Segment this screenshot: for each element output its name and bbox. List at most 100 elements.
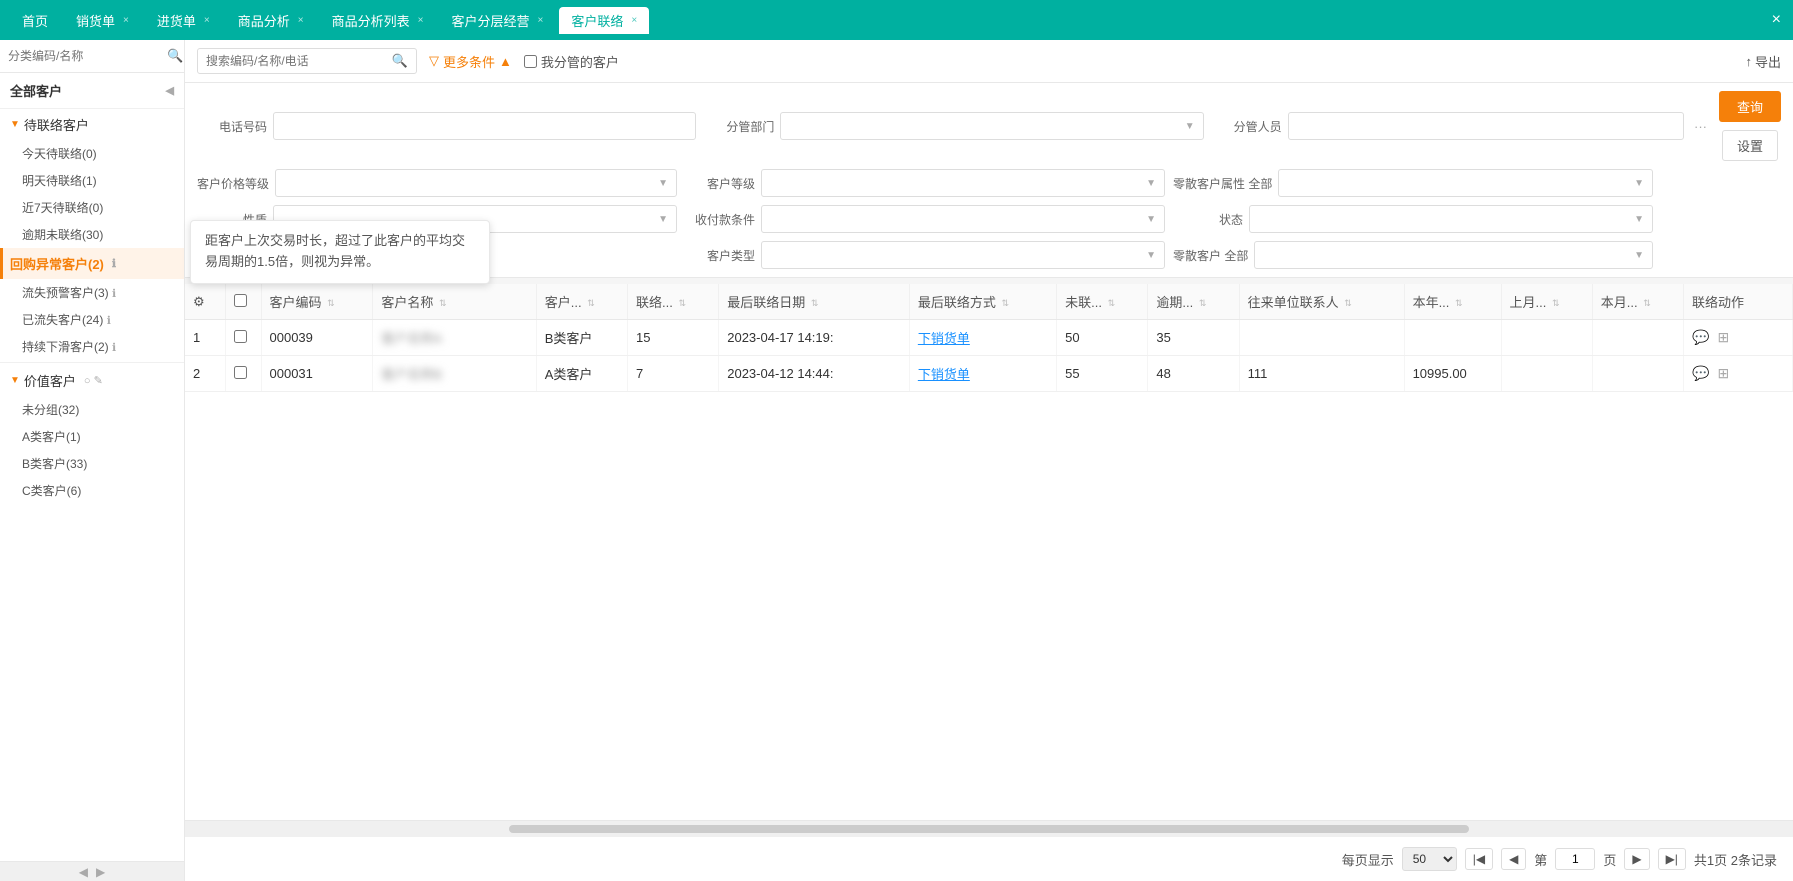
- payment-select[interactable]: ▼: [761, 205, 1165, 233]
- filter-row-2: 客户价格等级 ▼ 客户等级 ▼ 零散客户属性 全部: [197, 169, 1781, 197]
- page-size-select[interactable]: 50 100 200: [1402, 847, 1457, 871]
- col-last-method: 最后联络方式 ⇅: [909, 284, 1056, 320]
- sidebar-item-class-c[interactable]: C类客户(6): [0, 477, 184, 504]
- manager-select[interactable]: [1288, 112, 1684, 140]
- customer-type-select[interactable]: ▼: [761, 241, 1165, 269]
- nav-customer-tier-close[interactable]: ×: [537, 15, 543, 26]
- sidebar-search-area: 🔍: [0, 40, 184, 73]
- settings-icon[interactable]: ⚙: [193, 294, 205, 309]
- grid-icon[interactable]: ⊞: [1717, 365, 1729, 382]
- first-page-btn[interactable]: |◀: [1465, 848, 1493, 870]
- nav-sales-order[interactable]: 销货单 ×: [64, 7, 141, 34]
- row-select-checkbox[interactable]: [234, 330, 247, 343]
- phone-input[interactable]: [273, 112, 696, 140]
- sidebar-item-declining[interactable]: 持续下滑客户(2) ℹ: [0, 333, 184, 360]
- pending-contact-section[interactable]: ▼ 待联络客户: [0, 109, 184, 140]
- sidebar-item-ungrouped[interactable]: 未分组(32): [0, 396, 184, 423]
- next-page-btn[interactable]: ▶: [1624, 848, 1649, 870]
- chevron-down-icon: ▼: [1185, 121, 1195, 132]
- scroll-thumb[interactable]: [509, 825, 1469, 833]
- filter-manager: 分管人员 ···: [1212, 112, 1711, 140]
- sidebar-item-lost[interactable]: 已流失客户(24) ℹ: [0, 306, 184, 333]
- nav-home[interactable]: 首页: [10, 7, 60, 34]
- sidebar-search-input[interactable]: [8, 49, 163, 63]
- export-button[interactable]: ↑ 导出: [1745, 52, 1781, 71]
- row-last-method: 下销货单: [909, 356, 1056, 392]
- retail-attr-select[interactable]: ▼: [1278, 169, 1653, 197]
- chat-icon[interactable]: 💬: [1692, 365, 1709, 382]
- row-not-contacted: 55: [1057, 356, 1148, 392]
- query-button[interactable]: 查询: [1719, 91, 1781, 122]
- col-this-year: 本年... ⇅: [1404, 284, 1501, 320]
- sidebar-item-class-b[interactable]: B类客户(33): [0, 450, 184, 477]
- col-last-month: 上月... ⇅: [1501, 284, 1592, 320]
- close-all-tabs[interactable]: ×: [1772, 11, 1781, 29]
- value-customer-section[interactable]: ▼ 价值客户 ○ ✎: [0, 365, 184, 396]
- nav-product-analysis-list[interactable]: 商品分析列表 ×: [320, 7, 436, 34]
- retail-customer-select[interactable]: ▼: [1254, 241, 1653, 269]
- nav-purchase-order[interactable]: 进货单 ×: [145, 7, 222, 34]
- row-last-date: 2023-04-17 14:19:: [719, 320, 910, 356]
- sort-icon: ⇅: [1643, 298, 1651, 308]
- row-last-month: [1501, 320, 1592, 356]
- col-settings[interactable]: ⚙: [185, 284, 225, 320]
- page-number-input[interactable]: [1555, 848, 1595, 870]
- row-name: 客户名称A: [373, 320, 536, 356]
- sort-icon: ⇅: [1455, 298, 1463, 308]
- row-select-checkbox[interactable]: [234, 366, 247, 379]
- filter-retail-attr: 零散客户属性 全部 ▼: [1173, 169, 1653, 197]
- nav-purchase-order-close[interactable]: ×: [204, 15, 210, 26]
- nav-sales-order-close[interactable]: ×: [123, 15, 129, 26]
- col-action: 联络动作: [1684, 284, 1793, 320]
- nav-customer-contact-close[interactable]: ×: [631, 15, 637, 26]
- sort-icon: ⇅: [1552, 298, 1560, 308]
- content-area: 🔍 ▽ 更多条件 ▲ 我分管的客户 ↑ 导出 电话号码: [185, 40, 1793, 881]
- nav-product-analysis[interactable]: 商品分析 ×: [226, 7, 316, 34]
- search-icon[interactable]: 🔍: [392, 53, 408, 69]
- grid-icon[interactable]: ⊞: [1717, 329, 1729, 346]
- nav-product-analysis-list-close[interactable]: ×: [418, 15, 424, 26]
- main-layout: 🔍 全部客户 ◀ ▼ 待联络客户 今天待联络(0) 明天待联络(1) 近7天待联…: [0, 40, 1793, 881]
- nav-customer-contact[interactable]: 客户联络 ×: [559, 7, 649, 34]
- manager-dots[interactable]: ···: [1690, 119, 1711, 134]
- dept-select[interactable]: ▼: [780, 112, 1203, 140]
- customer-tier-select[interactable]: ▼: [761, 169, 1165, 197]
- all-customers-header[interactable]: 全部客户 ◀: [0, 73, 184, 109]
- sidebar-item-overdue[interactable]: 逾期未联络(30): [0, 221, 184, 248]
- search-input[interactable]: [206, 54, 386, 68]
- sort-icon: ⇅: [678, 298, 686, 308]
- chat-icon[interactable]: 💬: [1692, 329, 1709, 346]
- last-page-btn[interactable]: ▶|: [1658, 848, 1686, 870]
- sidebar: 🔍 全部客户 ◀ ▼ 待联络客户 今天待联络(0) 明天待联络(1) 近7天待联…: [0, 40, 185, 881]
- sidebar-item-class-a[interactable]: A类客户(1): [0, 423, 184, 450]
- export-icon: ↑: [1745, 54, 1752, 69]
- row-contact-count: 7: [628, 356, 719, 392]
- row-contact-count: 15: [628, 320, 719, 356]
- more-filter-btn[interactable]: ▽ 更多条件 ▲: [429, 52, 512, 71]
- table-container: ⚙ 客户编码 ⇅ 客户名称 ⇅: [185, 284, 1793, 881]
- edit-icon[interactable]: ○ ✎: [84, 374, 103, 387]
- select-all-checkbox[interactable]: [234, 294, 247, 307]
- my-customer-checkbox[interactable]: [524, 55, 537, 68]
- sidebar-item-loss-warning[interactable]: 流失预警客户(3) ℹ: [0, 279, 184, 306]
- prev-page-btn[interactable]: ◀: [1501, 848, 1526, 870]
- row-last-method: 下销货单: [909, 320, 1056, 356]
- repurchase-abnormal-section[interactable]: 回购异常客户(2) ℹ: [0, 248, 184, 279]
- sort-icon: ⇅: [1108, 298, 1116, 308]
- row-not-contacted: 50: [1057, 320, 1148, 356]
- status-select[interactable]: ▼: [1249, 205, 1653, 233]
- col-overdue: 逾期... ⇅: [1148, 284, 1239, 320]
- chevron-down-icon: ▼: [1146, 178, 1156, 189]
- nav-customer-tier[interactable]: 客户分层经营 ×: [439, 7, 555, 34]
- action-buttons: 查询 设置: [1719, 91, 1781, 161]
- sort-icon: ⇅: [587, 298, 595, 308]
- horizontal-scrollbar[interactable]: [185, 820, 1793, 836]
- nav-product-analysis-close[interactable]: ×: [298, 15, 304, 26]
- price-tier-select[interactable]: ▼: [275, 169, 677, 197]
- sidebar-item-tomorrow[interactable]: 明天待联络(1): [0, 167, 184, 194]
- sidebar-item-7days[interactable]: 近7天待联络(0): [0, 194, 184, 221]
- sidebar-search-icon[interactable]: 🔍: [167, 48, 183, 64]
- sidebar-item-today[interactable]: 今天待联络(0): [0, 140, 184, 167]
- row-actions: 💬 ⊞: [1684, 356, 1793, 392]
- settings-button[interactable]: 设置: [1722, 130, 1778, 161]
